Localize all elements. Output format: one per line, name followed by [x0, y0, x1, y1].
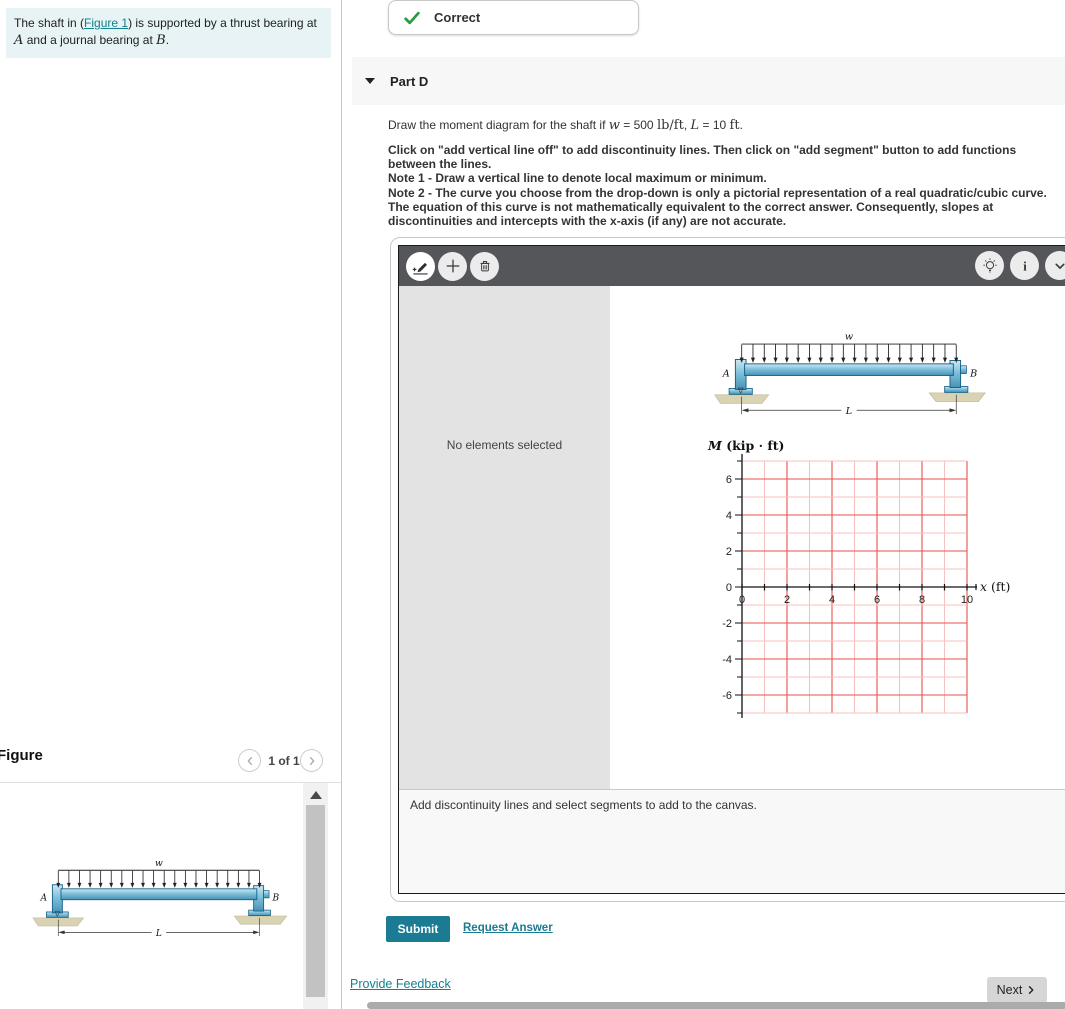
hint-button[interactable]: [975, 251, 1004, 280]
beam-shaft: [744, 363, 954, 376]
draw-area[interactable]: A B w L 0 2 4 6 8 10 6 4 2 0 -2 -4 -6 M (kip · ft) x…: [613, 286, 1065, 789]
note-1: Note 1 - Draw a vertical line to denote …: [388, 171, 767, 186]
note-click-instructions: Click on "add vertical line off" to add …: [388, 143, 1017, 172]
x-tick-label: 4: [829, 594, 835, 606]
var-w: w: [608, 118, 620, 133]
canvas-hint-text: Add discontinuity lines and select segme…: [410, 798, 757, 812]
chevron-right-icon: [309, 756, 315, 765]
beam-shaft: [60, 888, 258, 901]
chevron-right-icon: [1029, 986, 1034, 994]
provide-feedback-link[interactable]: Provide Feedback: [350, 977, 451, 991]
part-title: Part D: [390, 73, 429, 89]
x-tick-label: 8: [919, 594, 925, 606]
x-tick-label: 10: [961, 594, 973, 606]
y-tick-label: -2: [722, 618, 732, 630]
toolbar-right-group: i: [975, 251, 1065, 280]
x-tick-label: 6: [874, 594, 880, 606]
var-l: L: [690, 118, 700, 133]
submit-button[interactable]: Submit: [386, 916, 450, 942]
instruction-notes: Click on "add vertical line off" to add …: [388, 143, 1048, 228]
axes: 0 2 4 6 8 10 6 4 2 0 -2 -4 -6: [722, 454, 977, 718]
figure-1-link[interactable]: Figure 1: [84, 16, 128, 30]
label-a: A: [722, 368, 730, 379]
correct-feedback-box: Correct: [388, 0, 639, 35]
figure-next-button[interactable]: [300, 749, 323, 772]
next-button[interactable]: Next: [987, 977, 1047, 1003]
dimension-line: L: [741, 394, 957, 417]
request-answer-link[interactable]: Request Answer: [463, 922, 553, 934]
var-a: A: [14, 33, 24, 49]
figure-scrollbar-thumb[interactable]: [306, 805, 325, 997]
dimension-line: L: [57, 917, 260, 939]
plus-icon: [446, 259, 459, 273]
unit-lbft: lb/ft: [656, 118, 684, 133]
y-tick-label: 0: [726, 582, 732, 594]
beam-diagram: A B w L: [32, 859, 288, 939]
part-d-header[interactable]: Part D: [352, 57, 1065, 105]
canvas-beam-image: A B w L: [703, 331, 993, 420]
info-button[interactable]: i: [1010, 251, 1039, 280]
canvas-toolbar: i: [399, 246, 1065, 286]
x-tick-label: 0: [739, 594, 745, 606]
collapse-triangle-icon[interactable]: [365, 78, 375, 84]
moment-diagram-graph[interactable]: 0 2 4 6 8 10 6 4 2 0 -2 -4 -6 M (kip · ft) x (ft): [697, 436, 1027, 738]
expand-button[interactable]: [1045, 251, 1065, 280]
y-tick-label: -6: [722, 690, 732, 702]
y-tick-label: 4: [726, 510, 732, 522]
distributed-load: w: [56, 859, 262, 888]
no-selection-text: No elements selected: [446, 438, 563, 452]
x-axis-title: x (ft): [980, 579, 1010, 594]
y-tick-label: -4: [722, 654, 732, 666]
figure-prev-button[interactable]: [238, 749, 261, 772]
y-tick-label: 2: [726, 546, 732, 558]
chevron-left-icon: [246, 756, 252, 765]
correct-label: Correct: [434, 10, 481, 25]
trash-icon: [480, 261, 489, 272]
label-a: A: [39, 894, 47, 904]
check-icon: [404, 11, 420, 24]
y-axis-title: M (kip · ft): [707, 438, 784, 453]
canvas-content: No elements selected A B w L 0 2 4 6 8 1…: [399, 286, 1065, 789]
add-segment-button[interactable]: [438, 251, 467, 281]
label-l: L: [845, 406, 852, 417]
problem-text: The shaft in (: [14, 16, 85, 30]
next-label: Next: [996, 983, 1023, 997]
unit-ft: ft: [729, 118, 740, 133]
label-b: B: [272, 894, 280, 904]
note-2: Note 2 - The curve you choose from the d…: [388, 185, 1047, 229]
canvas-hint-strip: Add discontinuity lines and select segme…: [399, 789, 1065, 893]
label-w: w: [155, 859, 163, 869]
add-vertical-line-button[interactable]: [406, 251, 435, 281]
info-icon: i: [1023, 259, 1027, 273]
scroll-up-icon[interactable]: [309, 791, 322, 799]
figure-panel-border: [0, 782, 341, 783]
chevron-down-icon: [1054, 263, 1065, 269]
drawing-canvas-widget: i No elements selected A B w L 0 2 4 6 8…: [390, 237, 1065, 902]
horizontal-scrollbar-thumb[interactable]: [367, 1002, 1065, 1009]
problem-statement: The shaft in (Figure 1) is supported by …: [6, 8, 331, 59]
pencil-plus-icon: [412, 262, 428, 274]
x-tick-label: 2: [784, 594, 790, 606]
canvas-inner: i No elements selected A B w L 0 2 4 6 8…: [398, 245, 1065, 894]
label-w: w: [845, 332, 854, 343]
figure-section-title: Figure: [0, 747, 43, 764]
selection-panel: No elements selected: [399, 286, 610, 789]
column-divider: [341, 0, 342, 1009]
lightbulb-icon: [982, 257, 997, 272]
distributed-load: w: [739, 332, 959, 363]
figure-beam-image: A B w L: [22, 858, 294, 941]
beam-diagram: A B w L: [714, 332, 986, 417]
delete-button[interactable]: [470, 251, 499, 281]
label-b: B: [969, 368, 977, 379]
y-tick-label: 6: [726, 474, 732, 486]
figure-scrollbar[interactable]: [303, 783, 328, 1009]
prompt-text: Draw the moment diagram for the shaft if…: [388, 118, 743, 133]
svg-text:i: i: [1023, 259, 1027, 273]
var-b: B: [156, 33, 166, 49]
label-l: L: [155, 929, 162, 939]
